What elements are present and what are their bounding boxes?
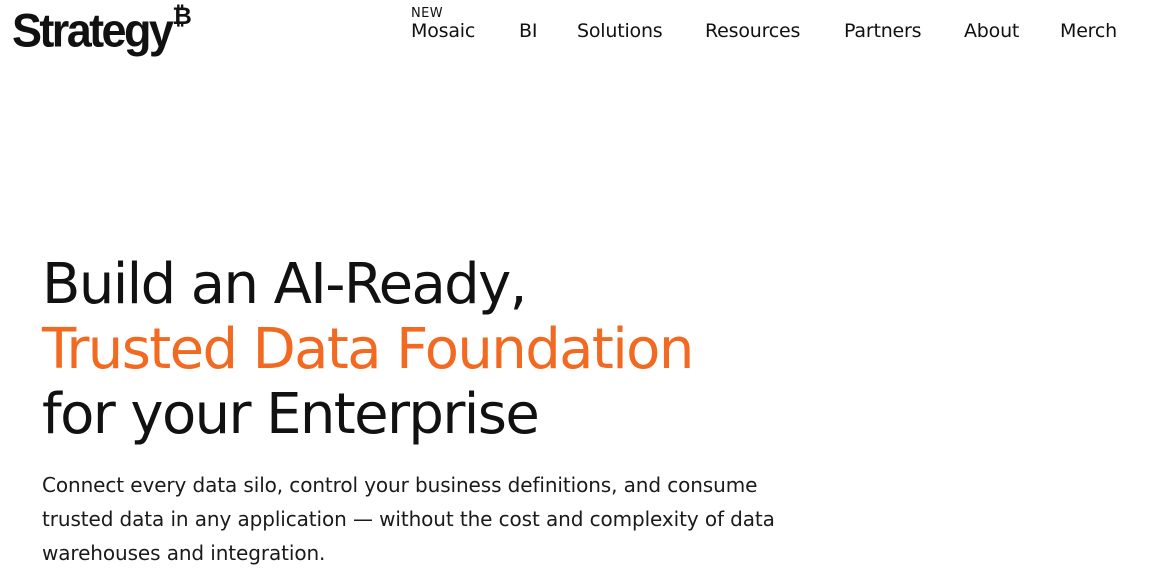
- nav-item-merch[interactable]: Merch: [1060, 19, 1117, 43]
- nav-item-mosaic[interactable]: Mosaic: [411, 19, 475, 43]
- hero-subtitle-line-3: warehouses and integration.: [42, 541, 326, 565]
- hero-title-accent-line: Trusted Data Foundation: [42, 317, 694, 382]
- site-header: Strategy ₿ NEW Mosaic BI Solutions Resou…: [0, 0, 1160, 60]
- hero-title-line-1: Build an AI-Ready,: [42, 252, 527, 317]
- nav-item-resources[interactable]: Resources: [705, 19, 800, 43]
- hero-subtitle: Connect every data silo, control your bu…: [42, 468, 862, 570]
- nav-item-partners[interactable]: Partners: [844, 19, 922, 43]
- hero-title-line-3: for your Enterprise: [42, 382, 540, 447]
- strategy-logo[interactable]: Strategy ₿: [12, 2, 192, 57]
- bitcoin-mark-icon: ₿: [172, 2, 192, 30]
- page: Strategy ₿ NEW Mosaic BI Solutions Resou…: [0, 0, 1160, 577]
- hero-subtitle-line-2: trusted data in any application — withou…: [42, 507, 775, 531]
- hero-title: Build an AI-Ready, Trusted Data Foundati…: [42, 252, 694, 447]
- nav-item-bi[interactable]: BI: [519, 19, 537, 43]
- hero-subtitle-line-1: Connect every data silo, control your bu…: [42, 473, 758, 497]
- nav-item-solutions[interactable]: Solutions: [577, 19, 663, 43]
- nav-item-about[interactable]: About: [964, 19, 1019, 43]
- logo-wordmark: Strategy: [12, 2, 174, 57]
